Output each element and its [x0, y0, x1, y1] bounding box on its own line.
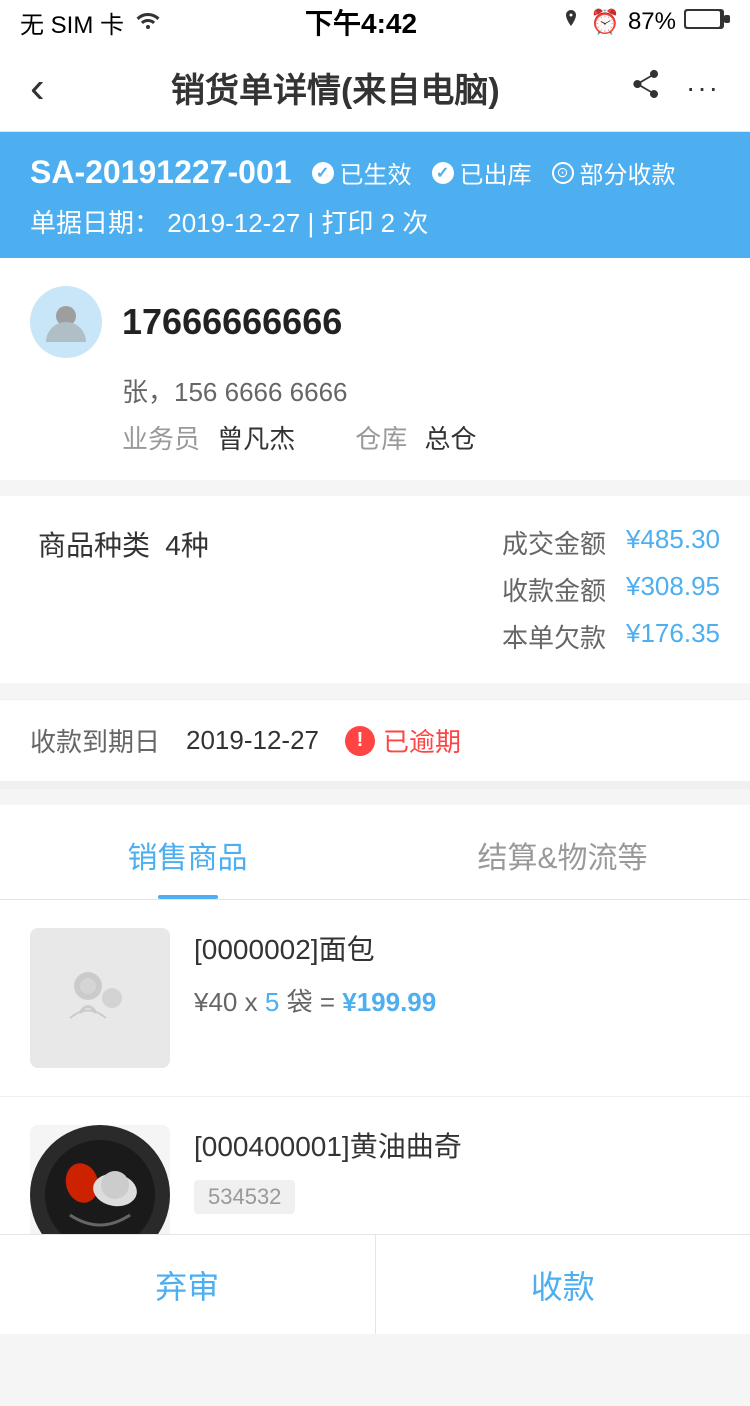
product-price-1: ¥40 x 5 袋 = ¥199.99	[194, 982, 720, 1019]
product-info-1: [0000002]面包 ¥40 x 5 袋 = ¥199.99	[194, 928, 720, 1019]
summary-section: 商品种类 4种 成交金额 ¥485.30 收款金额 ¥308.95 本单欠款 ¥…	[0, 496, 750, 683]
battery-text: 87%	[628, 8, 676, 36]
sales-label: 业务员	[122, 424, 200, 454]
status-left: 无 SIM 卡	[20, 5, 162, 40]
avatar	[30, 286, 102, 358]
badge-shipped: ✓ 已出库	[432, 155, 532, 190]
due-label: 收款到期日	[30, 722, 160, 759]
customer-section: 17666666666 张，156 6666 6666 业务员 曾凡杰 仓库 总…	[0, 258, 750, 480]
wifi-icon	[134, 8, 162, 37]
receipt-amount: ¥308.95	[626, 571, 720, 608]
battery-icon	[684, 8, 730, 37]
debt-row: 本单欠款 ¥176.35	[502, 618, 720, 655]
transaction-amount: ¥485.30	[626, 524, 720, 561]
badge-effective: ✓ 已生效	[312, 155, 412, 190]
financial-summary: 成交金额 ¥485.30 收款金额 ¥308.95 本单欠款 ¥176.35	[502, 524, 720, 655]
back-button[interactable]: ‹	[30, 63, 45, 113]
confirm-button[interactable]: 收款	[376, 1235, 750, 1334]
due-section: 收款到期日 2019-12-27 ! 已逾期	[0, 699, 750, 789]
product-name-2: [000400001]黄油曲奇	[194, 1125, 720, 1165]
transaction-row: 成交金额 ¥485.30	[502, 524, 720, 561]
tab-sales-products[interactable]: 销售商品	[0, 805, 375, 899]
location-icon	[560, 8, 582, 37]
overdue-icon: !	[345, 726, 375, 756]
receipt-row: 收款金额 ¥308.95	[502, 571, 720, 608]
check-icon-2: ✓	[432, 162, 454, 184]
product-qty-1: 5	[265, 987, 279, 1017]
overdue-badge: ! 已逾期	[345, 722, 461, 759]
clock-icon: ⊙	[552, 162, 574, 184]
order-date-row: 单据日期： 2019-12-27 | 打印 2 次	[30, 203, 720, 240]
customer-phone: 17666666666	[122, 301, 342, 343]
more-button[interactable]: ···	[686, 72, 720, 104]
warehouse-label: 仓库	[355, 424, 407, 454]
overdue-text: 已逾期	[383, 722, 461, 759]
list-item: [0000002]面包 ¥40 x 5 袋 = ¥199.99	[0, 900, 750, 1097]
share-button[interactable]	[626, 66, 662, 110]
customer-meta: 业务员 曾凡杰 仓库 总仓	[30, 419, 720, 456]
cancel-button[interactable]: 弃审	[0, 1235, 376, 1334]
time-display: 下午4:42	[305, 2, 417, 42]
status-right: ⏰ 87%	[560, 8, 730, 37]
order-id: SA-20191227-001	[30, 154, 292, 191]
check-icon-1: ✓	[312, 162, 334, 184]
tab-settlement[interactable]: 结算&物流等	[375, 805, 750, 899]
carrier-text: 无 SIM 卡	[20, 5, 124, 40]
bottom-bar: 弃审 收款	[0, 1234, 750, 1334]
nav-actions: ···	[626, 66, 720, 110]
product-name-1: [0000002]面包	[194, 928, 720, 968]
sales-name: 曾凡杰	[217, 424, 295, 454]
order-header: SA-20191227-001 ✓ 已生效 ✓ 已出库 ⊙ 部分收款 单据日期：…	[0, 132, 750, 258]
page-title: 销货单详情(来自电脑)	[171, 63, 500, 112]
tabs: 销售商品 结算&物流等	[0, 805, 750, 900]
product-type: 商品种类 4种	[30, 524, 209, 564]
debt-amount: ¥176.35	[626, 618, 720, 655]
due-date: 2019-12-27	[186, 725, 319, 756]
product-sku-2: 534532	[194, 1180, 295, 1214]
alarm-icon: ⏰	[590, 8, 620, 37]
status-bar: 无 SIM 卡 下午4:42 ⏰ 87%	[0, 0, 750, 44]
product-image-1	[30, 928, 170, 1068]
badge-partial: ⊙ 部分收款	[552, 155, 676, 190]
product-total-1: ¥199.99	[342, 987, 436, 1017]
warehouse-name: 总仓	[425, 424, 477, 454]
customer-name-phone: 张，156 6666 6666	[30, 372, 720, 409]
nav-bar: ‹ 销货单详情(来自电脑) ···	[0, 44, 750, 132]
